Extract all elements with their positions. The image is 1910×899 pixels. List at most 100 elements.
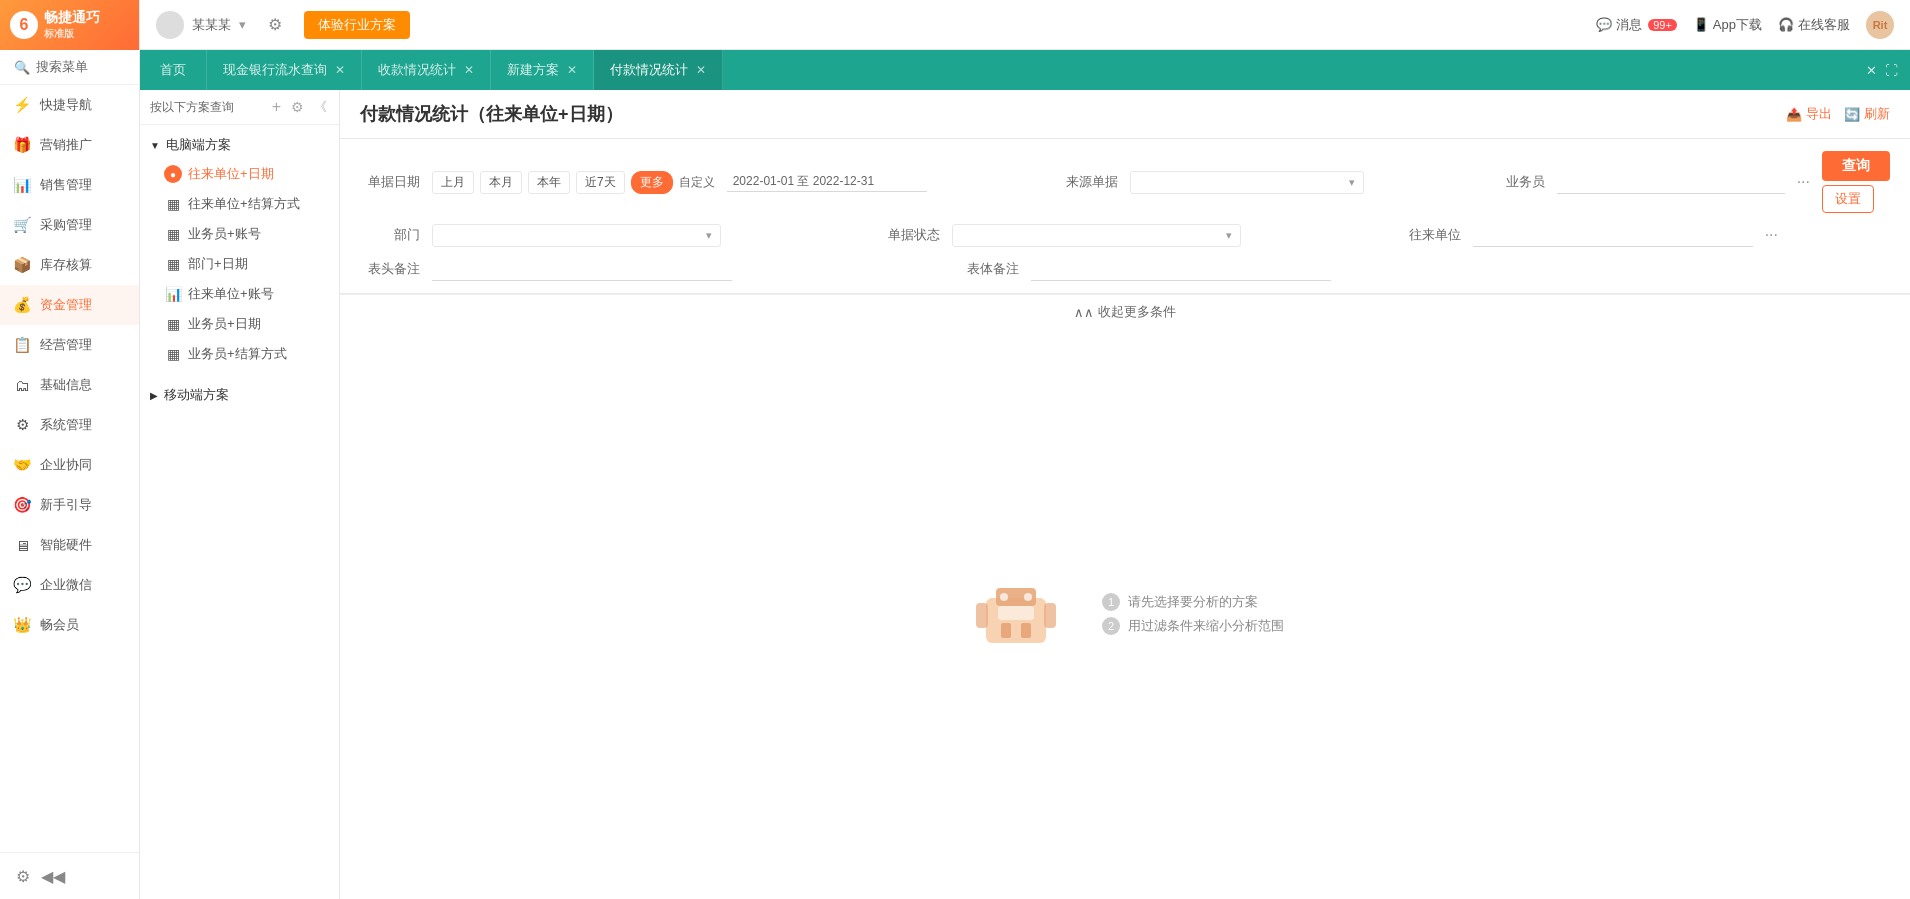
sidebar-item-finance[interactable]: 💰 资金管理 xyxy=(0,285,139,325)
export-button[interactable]: 📤 导出 xyxy=(1786,105,1832,123)
body-note-input[interactable] xyxy=(1031,257,1331,281)
tab-bank[interactable]: 现金银行流水查询 ✕ xyxy=(207,50,362,90)
collapse-panel-button[interactable]: 《 xyxy=(312,98,329,116)
collapse-up-icon: ∧∧ xyxy=(1074,305,1094,320)
solution-item-unit-account[interactable]: 📊 往来单位+账号 xyxy=(140,279,339,309)
sidebar-item-wechat[interactable]: 💬 企业微信 xyxy=(0,565,139,605)
active-solution-icon: ● xyxy=(164,165,182,183)
message-item[interactable]: 💬 消息 99+ xyxy=(1596,16,1677,34)
last-7days-btn[interactable]: 近7天 xyxy=(576,171,625,194)
tab-close-all-icon[interactable]: ✕ xyxy=(1866,63,1877,78)
solution-item-staff-date[interactable]: ▦ 业务员+日期 xyxy=(140,309,339,339)
solution-label: 往来单位+日期 xyxy=(188,165,274,183)
user-profile-item[interactable]: Rit xyxy=(1866,11,1894,39)
tab-close-icon[interactable]: ✕ xyxy=(696,63,706,77)
solution-item-staff-account[interactable]: ▦ 业务员+账号 xyxy=(140,219,339,249)
topbar-right: 💬 消息 99+ 📱 App下载 🎧 在线客服 Rit xyxy=(1596,11,1894,39)
search-label: 搜索菜单 xyxy=(36,58,88,76)
sidebar-item-purchase[interactable]: 🛒 采购管理 xyxy=(0,205,139,245)
sidebar-item-label: 营销推广 xyxy=(40,136,92,154)
doc-status-select[interactable]: ▾ xyxy=(952,224,1241,247)
solution-label: 往来单位+结算方式 xyxy=(188,195,300,213)
settings-button[interactable]: ⚙ xyxy=(8,861,38,891)
more-btn[interactable]: 更多 xyxy=(631,171,673,194)
doc-status-label: 单据状态 xyxy=(880,226,940,244)
source-select[interactable]: ▾ xyxy=(1130,171,1363,194)
mobile-group-header[interactable]: ▶ 移动端方案 xyxy=(140,381,339,409)
staff-ellipsis-icon[interactable]: ··· xyxy=(1797,173,1810,191)
body-note-label: 表体备注 xyxy=(959,260,1019,278)
export-icon: 📤 xyxy=(1786,107,1802,122)
solution-grid-icon: ▦ xyxy=(164,345,182,363)
message-label: 消息 xyxy=(1616,16,1642,34)
message-icon: 💬 xyxy=(1596,17,1612,32)
sidebar-item-label: 快捷导航 xyxy=(40,96,92,114)
partner-input[interactable] xyxy=(1473,223,1753,247)
solution-item-dept-date[interactable]: ▦ 部门+日期 xyxy=(140,249,339,279)
svg-rect-4 xyxy=(1001,623,1011,638)
tab-fullscreen-icon[interactable]: ⛶ xyxy=(1885,63,1898,78)
dropdown-icon[interactable]: ▾ xyxy=(239,17,246,32)
tab-close-icon[interactable]: ✕ xyxy=(567,63,577,77)
sidebar-item-guide[interactable]: 🎯 新手引导 xyxy=(0,485,139,525)
this-month-btn[interactable]: 本月 xyxy=(480,171,522,194)
tab-close-icon[interactable]: ✕ xyxy=(335,63,345,77)
sidebar-item-sales[interactable]: 📊 销售管理 xyxy=(0,165,139,205)
settings-gear-btn[interactable]: ⚙ xyxy=(254,10,296,39)
this-year-btn[interactable]: 本年 xyxy=(528,171,570,194)
logo-text: 畅捷通巧 xyxy=(44,9,100,25)
tab-label: 付款情况统计 xyxy=(610,61,688,79)
sidebar-item-label: 企业协同 xyxy=(40,456,92,474)
right-panel: 付款情况统计（往来单位+日期） 📤 导出 🔄 刷新 单据日期 xyxy=(340,90,1910,899)
refresh-button[interactable]: 🔄 刷新 xyxy=(1844,105,1890,123)
app-download-item[interactable]: 📱 App下载 xyxy=(1693,16,1762,34)
sidebar-item-operations[interactable]: 📋 经营管理 xyxy=(0,325,139,365)
date-range-input[interactable] xyxy=(727,173,927,192)
sidebar-item-member[interactable]: 👑 畅会员 xyxy=(0,605,139,645)
sidebar-item-inventory[interactable]: 📦 库存核算 xyxy=(0,245,139,285)
tab-new-plan[interactable]: 新建方案 ✕ xyxy=(491,50,594,90)
solution-item-unit-date[interactable]: ● 往来单位+日期 xyxy=(140,159,339,189)
collapse-more-btn[interactable]: ∧∧ 收起更多条件 xyxy=(340,294,1910,329)
group-arrow-icon: ▶ xyxy=(150,390,158,401)
tab-home[interactable]: 首页 xyxy=(140,50,207,90)
empty-content: 1 请先选择要分析的方案 2 用过滤条件来缩小分析范围 xyxy=(966,568,1284,661)
desktop-group-header[interactable]: ▼ 电脑端方案 xyxy=(140,131,339,159)
sidebar-item-hardware[interactable]: 🖥 智能硬件 xyxy=(0,525,139,565)
collapse-sidebar-button[interactable]: ◀◀ xyxy=(38,861,68,891)
solution-label: 部门+日期 xyxy=(188,255,248,273)
tab-receipt[interactable]: 收款情况统计 ✕ xyxy=(362,50,491,90)
tab-payment[interactable]: 付款情况统计 ✕ xyxy=(594,50,723,90)
sidebar-item-system[interactable]: ⚙ 系统管理 xyxy=(0,405,139,445)
industry-plan-btn[interactable]: 体验行业方案 xyxy=(304,11,410,39)
sidebar-item-label: 基础信息 xyxy=(40,376,92,394)
sidebar-item-marketing[interactable]: 🎁 营销推广 xyxy=(0,125,139,165)
solution-settings-button[interactable]: ⚙ xyxy=(289,98,306,116)
partner-ellipsis-icon[interactable]: ··· xyxy=(1765,226,1778,244)
query-button[interactable]: 查询 xyxy=(1822,151,1890,181)
page-header: 付款情况统计（往来单位+日期） 📤 导出 🔄 刷新 xyxy=(340,90,1910,139)
sidebar-item-basic[interactable]: 🗂 基础信息 xyxy=(0,365,139,405)
dept-select[interactable]: ▾ xyxy=(432,224,721,247)
user-avatar-topbar: Rit xyxy=(1866,11,1894,39)
solution-grid-icon: ▦ xyxy=(164,315,182,333)
group-label: 移动端方案 xyxy=(164,386,229,404)
filter-settings-button[interactable]: 设置 xyxy=(1822,185,1874,213)
empty-tip-2: 2 用过滤条件来缩小分析范围 xyxy=(1102,617,1284,635)
solution-item-unit-settlement[interactable]: ▦ 往来单位+结算方式 xyxy=(140,189,339,219)
sidebar-item-label: 畅会员 xyxy=(40,616,79,634)
sidebar-item-enterprise[interactable]: 🤝 企业协同 xyxy=(0,445,139,485)
hardware-icon: 🖥 xyxy=(12,535,32,555)
sidebar-item-quick-nav[interactable]: ⚡ 快捷导航 xyxy=(0,85,139,125)
header-note-input[interactable] xyxy=(432,257,732,281)
online-service-item[interactable]: 🎧 在线客服 xyxy=(1778,16,1850,34)
service-label: 在线客服 xyxy=(1798,16,1850,34)
tab-close-icon[interactable]: ✕ xyxy=(464,63,474,77)
left-panel: 按以下方案查询 + ⚙ 《 ▼ 电脑端方案 ● 往来单位+日期 ▦ xyxy=(140,90,340,899)
date-range-container xyxy=(727,173,927,192)
solution-item-staff-settlement[interactable]: ▦ 业务员+结算方式 xyxy=(140,339,339,369)
sidebar-search[interactable]: 🔍 搜索菜单 xyxy=(0,50,139,85)
staff-input[interactable] xyxy=(1557,170,1784,194)
add-solution-button[interactable]: + xyxy=(270,98,283,116)
last-month-btn[interactable]: 上月 xyxy=(432,171,474,194)
